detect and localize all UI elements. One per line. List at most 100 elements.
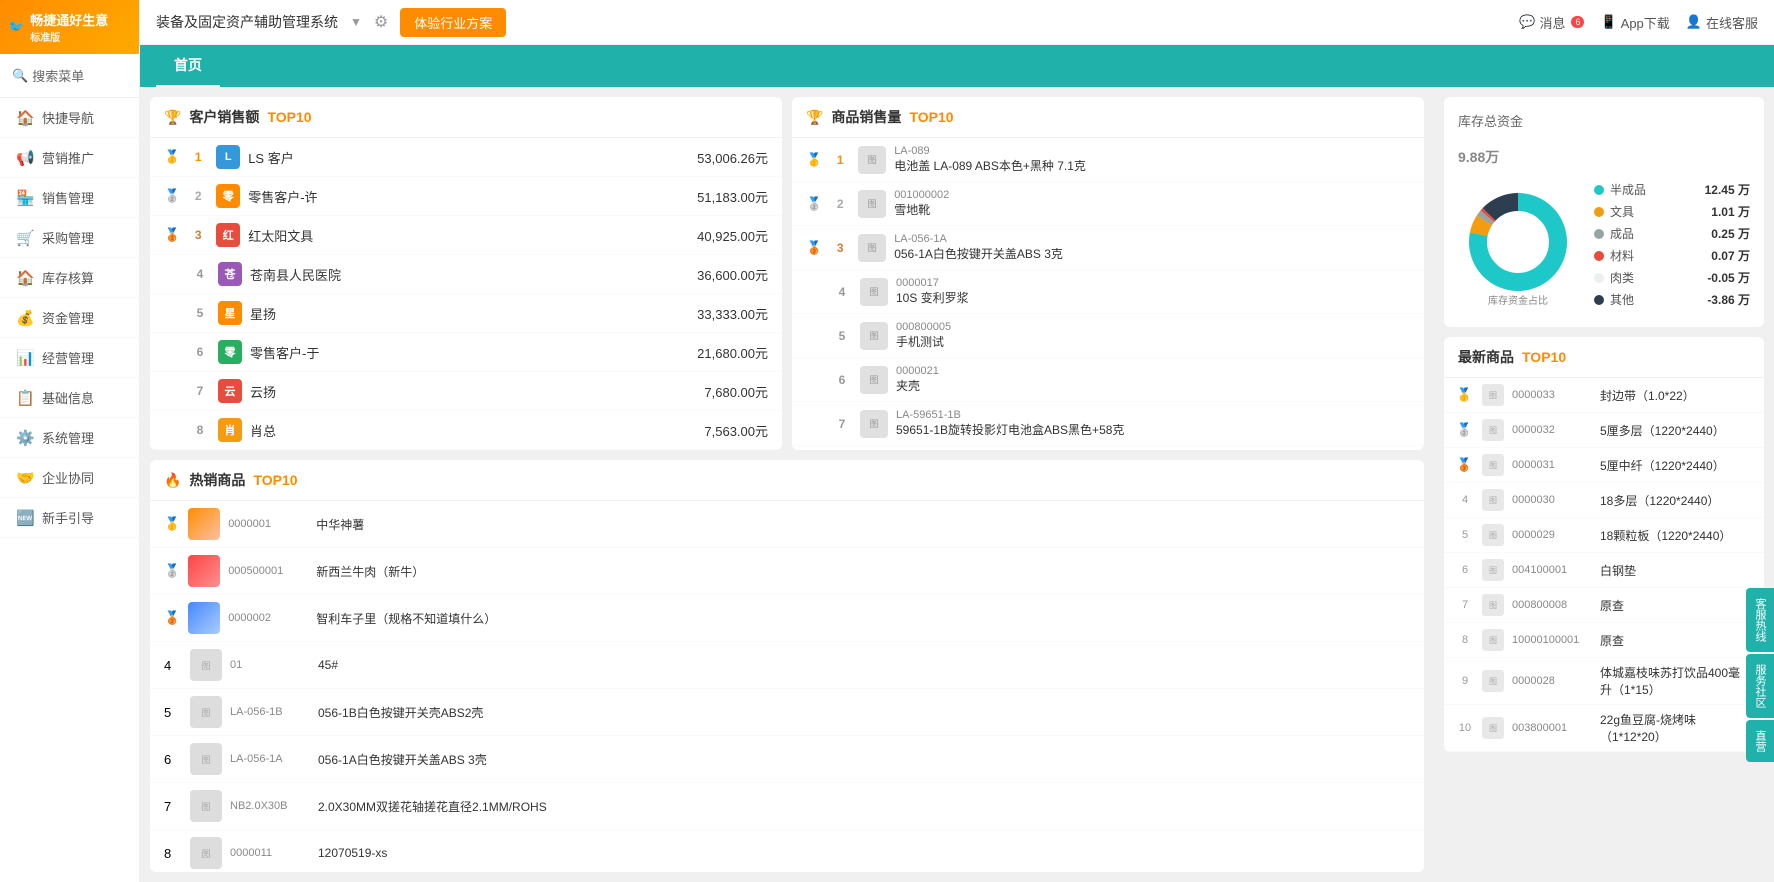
product-rank-row: 6 图 0000021 夹壳 [792,358,1424,402]
nav-label-basic-info: 基础信息 [42,388,94,407]
latest-thumb: 图 [1482,454,1504,476]
hot-rank-spacer: 4 [164,658,182,673]
product-name: 59651-1B旋转投影灯电池盒ABS黑色+58克 [896,421,1410,438]
latest-thumb: 图 [1482,419,1504,441]
tab-home[interactable]: 首页 [156,45,220,87]
sidebar-item-sales[interactable]: 🏪销售管理 [0,178,139,218]
customer-name: 肖总 [250,421,696,440]
customer-amount: 33,333.00元 [697,304,768,323]
hot-product-code: 0000011 [230,847,310,859]
legend-dot [1594,251,1604,261]
nav-icon-quick-nav: 🏠 [16,109,34,127]
sidebar-item-marketing[interactable]: 📢营销推广 [0,138,139,178]
latest-code: 10000100001 [1512,634,1592,646]
hot-product-code: 01 [230,659,310,671]
sidebar-item-basic-info[interactable]: 📋基础信息 [0,378,139,418]
prod-rank-number: 3 [830,241,850,255]
center-panel: 🏆 客户销售额 TOP10 🥇 1 L LS 客户 53,006.26元 🥈 2… [140,87,1434,882]
latest-name: 18多层（1220*2440） [1600,492,1752,509]
product-ranking-card: 🏆 商品销售量 TOP10 🥇 1 图 LA-089 电池盖 LA-089 AB… [792,97,1424,450]
product-code: 0000021 [896,365,1410,377]
sidebar-item-purchase[interactable]: 🛒采购管理 [0,218,139,258]
sidebar-item-finance[interactable]: 💰资金管理 [0,298,139,338]
service-community-btn[interactable]: 服务社区 [1746,654,1774,718]
product-info: 0000021 夹壳 [896,365,1410,394]
hot-product-image: 图 [190,837,222,869]
hot-product-code: NB2.0X30B [230,800,310,812]
nav-icon-inventory: 🏠 [16,269,34,287]
system-title-arrow[interactable]: ▼ [350,15,362,29]
hot-product-name: 中华神薯 [316,516,1410,533]
product-name: 056-1A白色按键开关盖ABS 3克 [894,245,1410,262]
medal-icon: 🥇 [164,149,180,165]
top-section: 🏆 客户销售额 TOP10 🥇 1 L LS 客户 53,006.26元 🥈 2… [150,97,1424,450]
product-ranking-header: 🏆 商品销售量 TOP10 [792,97,1424,138]
hot-product-row: 7 图 NB2.0X30B 2.0X30MM双搓花轴搓花直径2.1MM/ROHS [150,783,1424,830]
rank-number: 7 [190,384,210,398]
customer-rank-row: 8 肖 肖总 7,563.00元 [150,411,782,450]
hot-products-header: 🔥 热销商品 TOP10 [150,460,1424,501]
product-rank-row: 🥈 2 图 001000002 雪地靴 [792,182,1424,226]
sidebar-item-inventory[interactable]: 🏠库存核算 [0,258,139,298]
trophy-icon: 🏆 [164,109,181,126]
hot-product-code: 000500001 [228,565,308,577]
customer-amount: 53,006.26元 [697,148,768,167]
latest-name: 体城嘉枝味苏打饮品400毫升（1*15） [1600,664,1752,698]
trial-button[interactable]: 体验行业方案 [400,8,506,37]
hot-products-badge: TOP10 [253,472,297,488]
hot-product-code: LA-056-1B [230,706,310,718]
settings-icon[interactable]: ⚙ [374,12,388,32]
online-service-button[interactable]: 👤 在线客服 [1686,13,1758,32]
latest-badge: TOP10 [1522,349,1566,365]
legend-name: 成品 [1610,225,1705,242]
latest-products-header: 最新商品 TOP10 [1444,337,1764,378]
legend-item: 材料 0.07 万 [1594,247,1750,264]
app-download-button[interactable]: 📱 App下载 [1600,13,1669,32]
hot-products-title: 热销商品 [189,470,245,490]
nav-icon-guide: 🆕 [16,509,34,527]
legend-item: 文具 1.01 万 [1594,203,1750,220]
customer-name: 红太阳文具 [248,226,689,245]
product-code: 0000017 [896,277,1410,289]
nav-label-purchase: 采购管理 [42,228,94,247]
latest-product-row: 🥉 图 0000031 5厘中纤（1220*2440） [1444,448,1764,483]
latest-medal-icon: 🥈 [1456,422,1474,438]
rank-number: 1 [188,150,208,164]
nav-label-sales: 销售管理 [42,188,94,207]
rank-number: 4 [190,267,210,281]
legend-dot [1594,295,1604,305]
customer-ranking-badge: TOP10 [267,109,311,125]
hot-rank-spacer: 5 [164,705,182,720]
logo-icon: 🐦 [8,19,24,35]
sidebar-item-quick-nav[interactable]: 🏠快捷导航 [0,98,139,138]
legend-dot [1594,229,1604,239]
latest-product-row: 5 图 0000029 18颗粒板（1220*2440） [1444,518,1764,553]
sidebar-item-enterprise[interactable]: 🤝企业协同 [0,458,139,498]
nav-label-enterprise: 企业协同 [42,468,94,487]
sidebar-item-guide[interactable]: 🆕新手引导 [0,498,139,538]
search-menu-button[interactable]: 🔍 搜索菜单 [8,62,131,89]
customer-rank-row: 🥉 3 红 红太阳文具 40,925.00元 [150,216,782,255]
customer-avatar: 零 [218,340,242,364]
product-ranking-badge: TOP10 [909,109,953,125]
rank-number: 6 [190,345,210,359]
latest-products-card: 最新商品 TOP10 🥇 图 0000033 封边带（1.0*22） 🥈 图 0… [1444,337,1764,752]
latest-thumb: 图 [1482,670,1504,692]
search-menu-area[interactable]: 🔍 搜索菜单 [0,54,139,98]
legend-dot [1594,273,1604,283]
topbar-right: 💬 消息 6 📱 App下载 👤 在线客服 [1519,13,1758,32]
hot-product-row: 6 图 LA-056-1A 056-1A白色按键开关盖ABS 3壳 [150,736,1424,783]
hot-products-card: 🔥 热销商品 TOP10 🥇 0000001 中华神薯 🥈 000500001 … [150,460,1424,872]
sidebar-item-system[interactable]: ⚙️系统管理 [0,418,139,458]
logo-title: 畅捷通好生意 [30,10,108,29]
sidebar-item-operations[interactable]: 📊经营管理 [0,338,139,378]
latest-code: 0000030 [1512,494,1592,506]
product-code: 001000002 [894,189,1410,201]
system-title: 装备及固定资产辅助管理系统 [156,12,338,32]
customer-service-btn[interactable]: 客服热线 [1746,588,1774,652]
direct-visit-btn[interactable]: 直营 [1746,720,1774,762]
latest-product-row: 4 图 0000030 18多层（1220*2440） [1444,483,1764,518]
message-button[interactable]: 💬 消息 6 [1519,13,1584,32]
rank-number: 2 [188,189,208,203]
product-thumb: 图 [860,410,888,438]
